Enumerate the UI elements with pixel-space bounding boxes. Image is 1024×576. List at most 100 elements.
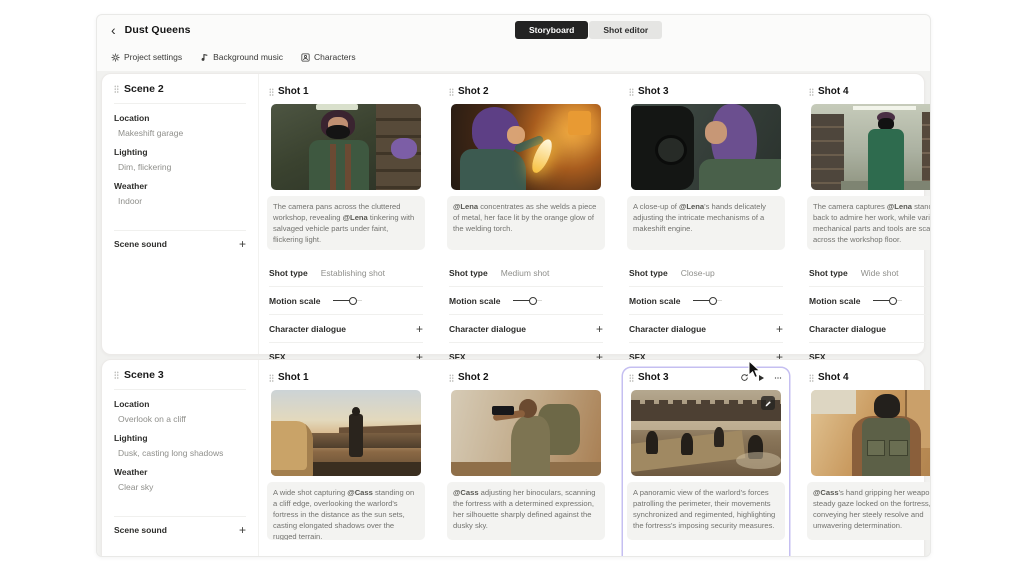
project-settings-button[interactable]: Project settings: [111, 52, 182, 62]
location-value[interactable]: Makeshift garage: [114, 128, 246, 138]
lighting-value[interactable]: Dim, flickering: [114, 162, 246, 172]
img-shape: [329, 143, 336, 190]
add-dialogue-button[interactable]: +: [596, 323, 603, 335]
more-menu-icon[interactable]: [773, 374, 783, 382]
scene-3-header[interactable]: Scene 3: [114, 369, 246, 390]
shot-thumbnail[interactable]: [271, 390, 421, 476]
shot-type-row[interactable]: Shot type Establishing shot: [269, 549, 423, 556]
shot-type-value[interactable]: Medium shot: [501, 268, 550, 278]
shot-type-row[interactable]: Shot type Medium shot: [449, 259, 603, 286]
img-shape: [736, 451, 781, 470]
motion-scale-slider[interactable]: [873, 296, 903, 305]
shot-header[interactable]: Shot 4: [809, 85, 930, 98]
back-icon[interactable]: ‹: [111, 23, 116, 37]
shot-type-row[interactable]: Shot type Wide-shot: [629, 549, 783, 556]
drag-handle-icon[interactable]: [809, 87, 814, 96]
shot-title-label: Shot 4: [818, 372, 849, 383]
drag-handle-icon[interactable]: [809, 373, 814, 382]
shot-header[interactable]: Shot 2: [449, 371, 603, 384]
tab-storyboard[interactable]: Storyboard: [515, 21, 589, 39]
shot-thumbnail[interactable]: [451, 104, 601, 190]
character-dialogue-row: Character dialogue +: [269, 314, 423, 342]
characters-label: Characters: [314, 52, 356, 62]
motion-scale-slider[interactable]: [333, 296, 363, 305]
project-title: Dust Queens: [124, 24, 191, 36]
shot-type-row[interactable]: Shot type Establishing shot: [269, 259, 423, 286]
shot-title-label: Shot 2: [458, 86, 489, 97]
drag-handle-icon[interactable]: [114, 85, 119, 93]
shot-type-row[interactable]: Shot type Medium-Shot: [449, 549, 603, 556]
shot-header[interactable]: Shot 1: [269, 371, 423, 384]
add-dialogue-button[interactable]: +: [416, 323, 423, 335]
add-scene-sound-button[interactable]: +: [239, 238, 246, 250]
weather-label: Weather: [114, 467, 148, 477]
shot-thumbnail[interactable]: [271, 104, 421, 190]
shot-thumbnail[interactable]: [631, 390, 781, 476]
shot-card: Shot 4 @Cass's hand gripping her weapon,…: [803, 368, 930, 556]
drag-handle-icon[interactable]: [269, 373, 274, 382]
img-shape: [631, 403, 781, 421]
shot-thumbnail[interactable]: [811, 104, 930, 190]
shot-type-value[interactable]: Close-up: [681, 268, 715, 278]
scene-2-header[interactable]: Scene 2: [114, 83, 246, 104]
shot-header[interactable]: Shot 3: [629, 85, 783, 98]
shot-type-row[interactable]: Shot type Close-up: [629, 259, 783, 286]
drag-handle-icon[interactable]: [269, 87, 274, 96]
shot-description[interactable]: @Cass's hand gripping her weapon, her st…: [807, 482, 930, 540]
img-shape: [506, 125, 525, 144]
drag-handle-icon[interactable]: [629, 87, 634, 96]
edit-image-badge[interactable]: [761, 396, 775, 410]
shot-header[interactable]: Shot 3: [629, 371, 783, 384]
add-scene-sound-button[interactable]: +: [239, 524, 246, 536]
motion-scale-slider[interactable]: [513, 296, 543, 305]
shot-header[interactable]: Shot 2: [449, 85, 603, 98]
shot-type-row[interactable]: Shot type Wide shot: [809, 259, 930, 286]
regenerate-icon[interactable]: [740, 373, 749, 382]
shot-description[interactable]: A close-up of @Lena's hands delicately a…: [627, 196, 785, 250]
drag-handle-icon[interactable]: [629, 373, 634, 382]
shot-title-label: Shot 1: [278, 86, 309, 97]
scene-3-shots: Shot 1 A wide shot capturing @Cass stand…: [259, 360, 930, 556]
lighting-value[interactable]: Dusk, casting long shadows: [114, 448, 246, 458]
scene-title-label: Scene 3: [124, 369, 164, 381]
drag-handle-icon[interactable]: [114, 371, 119, 379]
location-value[interactable]: Overlook on a cliff: [114, 414, 246, 424]
img-shape: [853, 105, 916, 111]
character-dialogue-label: Character dialogue: [269, 323, 346, 334]
shot-thumbnail[interactable]: [451, 390, 601, 476]
shot-type-label: Shot type: [809, 267, 848, 278]
weather-value[interactable]: Clear sky: [114, 482, 246, 492]
shot-thumbnail[interactable]: [811, 390, 930, 476]
shot-description[interactable]: The camera captures @Lena standing back …: [807, 196, 930, 250]
shot-header[interactable]: Shot 4: [809, 371, 930, 384]
img-shape: [811, 114, 844, 190]
shot-description[interactable]: The camera pans across the cluttered wor…: [267, 196, 425, 250]
weather-value[interactable]: Indoor: [114, 196, 246, 206]
shot-type-value[interactable]: Wide shot: [861, 268, 899, 278]
motion-scale-label: Motion scale: [449, 295, 501, 306]
tab-shot-editor[interactable]: Shot editor: [589, 21, 663, 39]
shot-description[interactable]: @Cass adjusting her binoculars, scanning…: [447, 482, 605, 540]
img-shape: [680, 433, 693, 455]
drag-handle-icon[interactable]: [449, 87, 454, 96]
shot-type-value[interactable]: Establishing shot: [321, 268, 385, 278]
shot-card-selected: Shot 3 A panoramic view of the warlord's…: [623, 368, 789, 556]
background-music-button[interactable]: Background music: [200, 52, 283, 62]
shot-type-label: Shot type: [269, 267, 308, 278]
view-tabs: Storyboard Shot editor: [515, 21, 663, 39]
img-shape: [391, 138, 417, 160]
add-dialogue-button[interactable]: +: [776, 323, 783, 335]
shot-description[interactable]: A panoramic view of the warlord's forces…: [627, 482, 785, 540]
storyboard-canvas: Scene 2 Location Makeshift garage Lighti…: [97, 71, 930, 556]
play-icon[interactable]: [757, 374, 765, 382]
shot-thumbnail[interactable]: [631, 104, 781, 190]
shot-header[interactable]: Shot 1: [269, 85, 423, 98]
drag-handle-icon[interactable]: [449, 373, 454, 382]
shot-type-row[interactable]: Shot type Medium-Shot: [809, 549, 930, 556]
shot-description[interactable]: A wide shot capturing @Cass standing on …: [267, 482, 425, 540]
characters-button[interactable]: Characters: [301, 52, 356, 62]
lighting-label: Lighting: [114, 433, 148, 443]
scene-2-properties-panel: Scene 2 Location Makeshift garage Lighti…: [102, 74, 259, 354]
shot-description[interactable]: @Lena concentrates as she welds a piece …: [447, 196, 605, 250]
motion-scale-slider[interactable]: [693, 296, 723, 305]
